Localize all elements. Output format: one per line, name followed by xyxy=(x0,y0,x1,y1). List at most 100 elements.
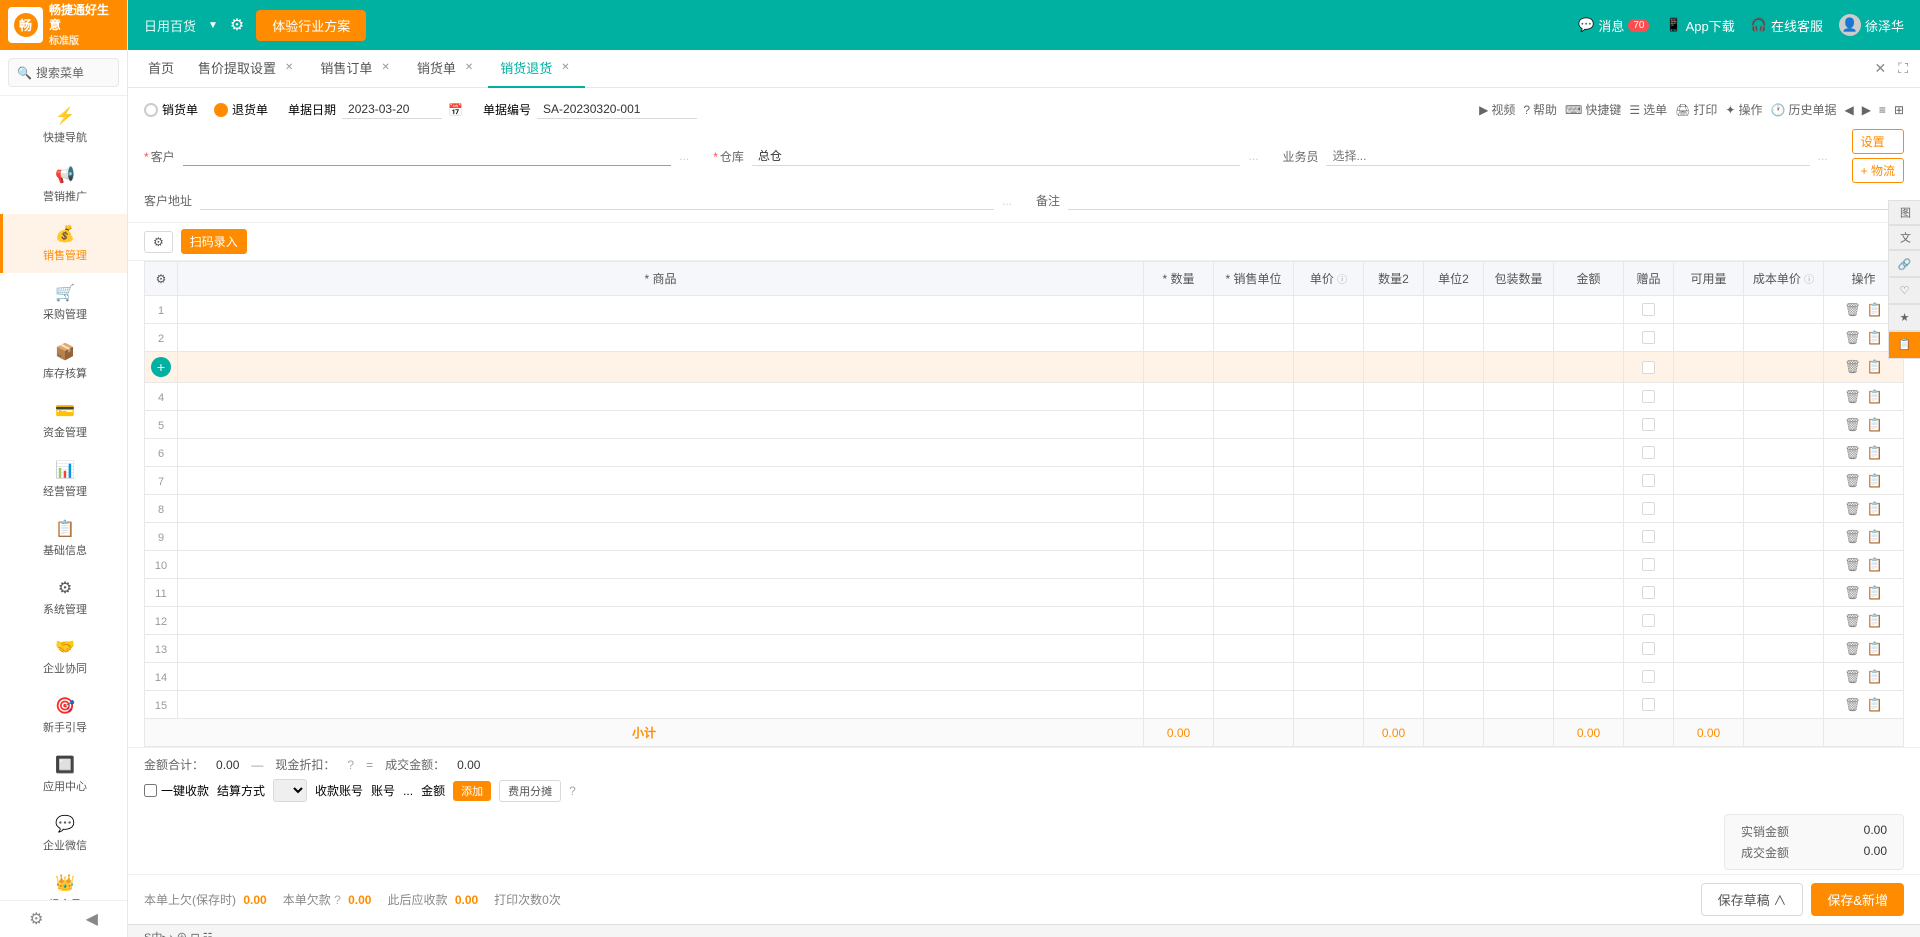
copy-row-icon[interactable]: 📋 xyxy=(1867,359,1883,375)
qty2-cell[interactable] xyxy=(1364,691,1424,719)
delete-row-icon[interactable]: 🗑 xyxy=(1844,302,1861,318)
avail-cell[interactable] xyxy=(1674,495,1744,523)
avail-cell[interactable] xyxy=(1674,383,1744,411)
maximize-tab-button[interactable]: ⛶ xyxy=(1894,58,1912,79)
amount-cell[interactable] xyxy=(1554,352,1624,383)
amount-cell[interactable] xyxy=(1554,439,1624,467)
unit-cell[interactable] xyxy=(1214,579,1294,607)
qty-cell[interactable] xyxy=(1144,467,1214,495)
pkg-qty-cell[interactable] xyxy=(1484,663,1554,691)
price-cell[interactable] xyxy=(1294,296,1364,324)
goods-input[interactable] xyxy=(184,360,1137,375)
amount-cell[interactable] xyxy=(1554,579,1624,607)
delete-row-icon[interactable]: 🗑 xyxy=(1844,613,1861,629)
cost-price-cell[interactable] xyxy=(1744,383,1824,411)
cost-price-cell[interactable] xyxy=(1744,296,1824,324)
goods-cell[interactable] xyxy=(178,411,1144,439)
cost-price-cell[interactable] xyxy=(1744,352,1824,383)
sidebar-item-inventory[interactable]: 📦 库存核算 xyxy=(0,332,127,391)
price-cell[interactable] xyxy=(1294,324,1364,352)
gift-cell[interactable] xyxy=(1624,411,1674,439)
pkg-qty-cell[interactable] xyxy=(1484,324,1554,352)
avail-cell[interactable] xyxy=(1674,467,1744,495)
price-cell[interactable] xyxy=(1294,663,1364,691)
sidebar-item-guide[interactable]: 🎯 新手引导 xyxy=(0,686,127,745)
delete-row-icon[interactable]: 🗑 xyxy=(1844,473,1861,489)
barcode-scan-button[interactable]: 扫码录入 xyxy=(181,229,247,254)
amount-cell[interactable] xyxy=(1554,467,1624,495)
qty2-cell[interactable] xyxy=(1364,551,1424,579)
price-cell[interactable] xyxy=(1294,607,1364,635)
radio-return[interactable]: 退货单 xyxy=(214,101,268,118)
avail-cell[interactable] xyxy=(1674,411,1744,439)
experience-button[interactable]: 体验行业方案 xyxy=(256,10,366,41)
qty2-cell[interactable] xyxy=(1364,579,1424,607)
copy-row-icon[interactable]: 📋 xyxy=(1867,445,1883,461)
unit-cell[interactable] xyxy=(1214,495,1294,523)
collapse-sidebar-button[interactable]: ◀ xyxy=(86,909,98,929)
gift-cell[interactable] xyxy=(1624,324,1674,352)
qty2-cell[interactable] xyxy=(1364,383,1424,411)
qty2-cell[interactable] xyxy=(1364,324,1424,352)
qty-cell[interactable] xyxy=(1144,579,1214,607)
pkg-qty-cell[interactable] xyxy=(1484,607,1554,635)
goods-cell[interactable] xyxy=(178,523,1144,551)
salesperson-expand-icon[interactable]: ... xyxy=(1818,149,1828,163)
unit2-cell[interactable] xyxy=(1424,551,1484,579)
gift-cell[interactable] xyxy=(1624,607,1674,635)
fee-help-icon[interactable]: ? xyxy=(569,784,576,798)
tab-price-setting[interactable]: 售价提取设置 ✕ xyxy=(186,50,308,88)
copy-row-icon[interactable]: 📋 xyxy=(1867,501,1883,517)
pkg-qty-cell[interactable] xyxy=(1484,467,1554,495)
unit-cell[interactable] xyxy=(1214,411,1294,439)
qty2-cell[interactable] xyxy=(1364,352,1424,383)
gift-checkbox[interactable] xyxy=(1642,390,1655,403)
amount-cell[interactable] xyxy=(1554,691,1624,719)
action-select[interactable]: ☰ 选单 xyxy=(1629,101,1667,118)
tab-sales-delivery[interactable]: 销货单 ✕ xyxy=(405,50,488,88)
unit2-cell[interactable] xyxy=(1424,635,1484,663)
goods-cell[interactable] xyxy=(178,663,1144,691)
goods-cell[interactable] xyxy=(178,383,1144,411)
fee-split-button[interactable]: 费用分摊 xyxy=(499,780,561,802)
unit-cell[interactable] xyxy=(1214,352,1294,383)
grid-view-button[interactable]: ⊞ xyxy=(1894,103,1904,117)
unit2-cell[interactable] xyxy=(1424,324,1484,352)
unit2-cell[interactable] xyxy=(1424,411,1484,439)
qty-cell[interactable] xyxy=(1144,439,1214,467)
cost-price-cell[interactable] xyxy=(1744,579,1824,607)
cost-price-cell[interactable] xyxy=(1744,551,1824,579)
goods-cell[interactable] xyxy=(178,467,1144,495)
goods-cell[interactable] xyxy=(178,439,1144,467)
goods-cell[interactable] xyxy=(178,352,1144,383)
price-cell[interactable] xyxy=(1294,439,1364,467)
qty-cell[interactable] xyxy=(1144,383,1214,411)
messages-button[interactable]: 💬 消息 70 xyxy=(1578,16,1649,35)
amount-cell[interactable] xyxy=(1554,324,1624,352)
delete-row-icon[interactable]: 🗑 xyxy=(1844,529,1861,545)
price-cell[interactable] xyxy=(1294,523,1364,551)
copy-row-icon[interactable]: 📋 xyxy=(1867,697,1883,713)
gift-checkbox[interactable] xyxy=(1642,331,1655,344)
sidebar-item-system[interactable]: ⚙ 系统管理 xyxy=(0,568,127,627)
copy-row-icon[interactable]: 📋 xyxy=(1867,302,1883,318)
tab-home[interactable]: 首页 xyxy=(136,50,186,88)
copy-row-icon[interactable]: 📋 xyxy=(1867,557,1883,573)
qty2-cell[interactable] xyxy=(1364,467,1424,495)
price-cell[interactable] xyxy=(1294,352,1364,383)
pkg-qty-cell[interactable] xyxy=(1484,352,1554,383)
price-cell[interactable] xyxy=(1294,691,1364,719)
unit2-cell[interactable] xyxy=(1424,691,1484,719)
customer-expand-icon[interactable]: ... xyxy=(679,149,689,163)
warehouse-expand-icon[interactable]: ... xyxy=(1248,149,1258,163)
tab-close-price-setting[interactable]: ✕ xyxy=(282,61,296,74)
delete-row-icon[interactable]: 🗑 xyxy=(1844,697,1861,713)
cost-price-cell[interactable] xyxy=(1744,467,1824,495)
cost-price-cell[interactable] xyxy=(1744,663,1824,691)
copy-row-icon[interactable]: 📋 xyxy=(1867,417,1883,433)
copy-row-icon[interactable]: 📋 xyxy=(1867,473,1883,489)
pkg-qty-cell[interactable] xyxy=(1484,411,1554,439)
unit2-cell[interactable] xyxy=(1424,607,1484,635)
pkg-qty-cell[interactable] xyxy=(1484,296,1554,324)
gift-cell[interactable] xyxy=(1624,691,1674,719)
